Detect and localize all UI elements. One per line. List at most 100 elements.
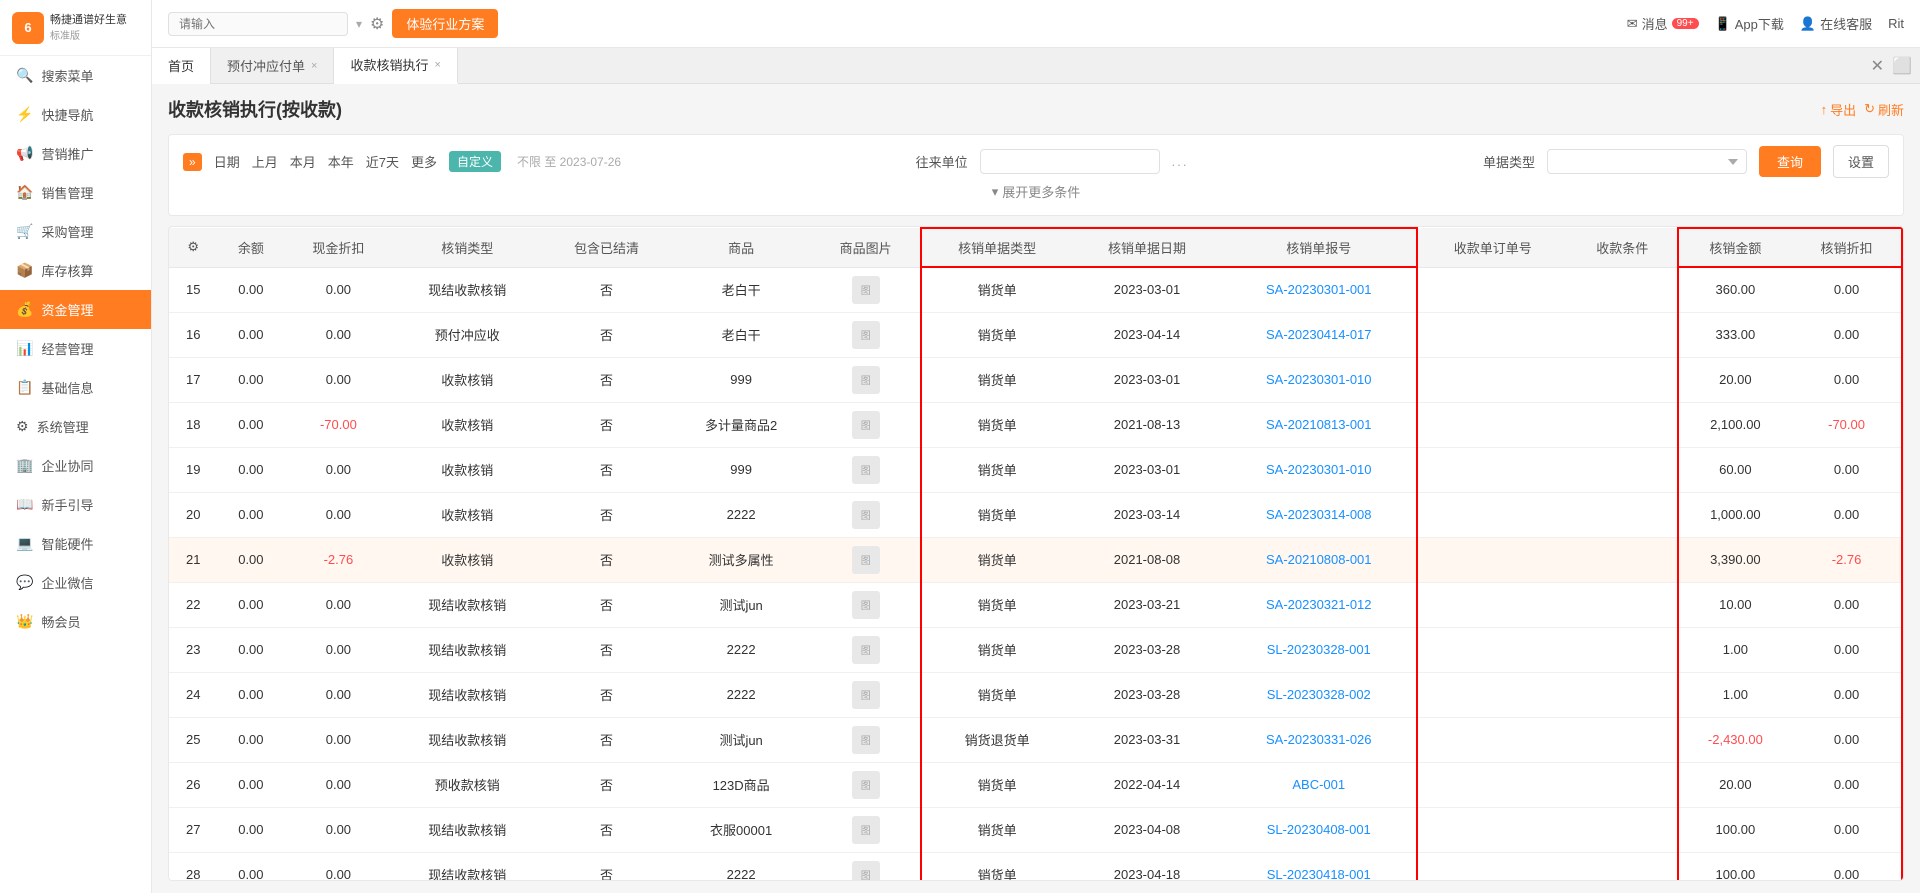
counterpart-input[interactable]: [980, 149, 1160, 174]
col-settings[interactable]: ⚙: [169, 228, 217, 267]
cell-verify-type: 收款核销: [393, 537, 543, 582]
expand-more-button[interactable]: ▾ 展开更多条件: [992, 182, 1081, 201]
col-receipt-order-no: 收款单订单号: [1417, 228, 1568, 267]
solution-button[interactable]: 体验行业方案: [392, 9, 498, 38]
refresh-button[interactable]: ↻ 刷新: [1864, 100, 1904, 119]
cell-verify-bill-no[interactable]: SA-20210813-001: [1222, 402, 1417, 447]
cell-verify-bill-date: 2021-08-13: [1072, 402, 1222, 447]
cell-product-image: 图: [811, 402, 921, 447]
table-row: 26 0.00 0.00 预收款核销 否 123D商品 图 销货单 2022-0…: [169, 762, 1902, 807]
cell-verify-type: 现结收款核销: [393, 852, 543, 881]
sidebar-item-enterprise[interactable]: 🏢 企业协同: [0, 446, 151, 485]
cell-num: 19: [169, 447, 217, 492]
cell-verify-bill-date: 2023-03-28: [1072, 672, 1222, 717]
cell-cash-discount: 0.00: [284, 627, 392, 672]
export-button[interactable]: ↑ 导出: [1821, 100, 1857, 119]
cell-verify-bill-no[interactable]: SA-20230301-010: [1222, 447, 1417, 492]
cell-verify-bill-type: 销货单: [921, 492, 1072, 537]
cell-verify-bill-type: 销货单: [921, 807, 1072, 852]
cell-verify-bill-no[interactable]: SA-20230331-026: [1222, 717, 1417, 762]
table-row: 15 0.00 0.00 现结收款核销 否 老白干 图 销货单 2023-03-…: [169, 267, 1902, 312]
sidebar-item-inventory[interactable]: 📦 库存核算: [0, 251, 151, 290]
cell-verify-amount: 20.00: [1678, 357, 1792, 402]
cell-cash-discount: 0.00: [284, 312, 392, 357]
cell-verify-bill-no[interactable]: SA-20230321-012: [1222, 582, 1417, 627]
settings-button[interactable]: 设置: [1833, 145, 1889, 178]
cell-verify-bill-no[interactable]: SA-20230301-001: [1222, 267, 1417, 312]
col-include-settled: 包含已结清: [542, 228, 671, 267]
sidebar-item-guide[interactable]: 📖 新手引导: [0, 485, 151, 524]
filter-expand-icon[interactable]: »: [183, 153, 202, 171]
last-month-link[interactable]: 上月: [252, 152, 278, 171]
col-verify-bill-date: 核销单据日期: [1072, 228, 1222, 267]
tab-verify-close[interactable]: ×: [434, 59, 440, 71]
gear-icon[interactable]: ⚙: [370, 14, 384, 34]
sidebar-item-sales[interactable]: 🏠 销售管理: [0, 173, 151, 212]
close-window-icon[interactable]: ✕: [1871, 56, 1884, 76]
export-icon: ↑: [1821, 102, 1828, 117]
table-row: 19 0.00 0.00 收款核销 否 999 图 销货单 2023-03-01…: [169, 447, 1902, 492]
query-button[interactable]: 查询: [1759, 146, 1821, 177]
cell-include-settled: 否: [542, 402, 671, 447]
cell-verify-bill-no[interactable]: SL-20230328-002: [1222, 672, 1417, 717]
custom-date-button[interactable]: 自定义: [449, 151, 501, 172]
sidebar-item-member[interactable]: 👑 畅会员: [0, 602, 151, 641]
filter-bar: » 日期 上月 本月 本年 近7天 更多 自定义 不限 至 2023-07-26…: [168, 134, 1904, 216]
sidebar-item-search[interactable]: 🔍 搜索菜单: [0, 56, 151, 95]
cell-verify-bill-no[interactable]: SA-20230301-010: [1222, 357, 1417, 402]
cell-receipt-condition: [1568, 447, 1678, 492]
more-link[interactable]: 更多: [411, 152, 437, 171]
cell-receipt-condition: [1568, 852, 1678, 881]
sidebar-item-system[interactable]: ⚙ 系统管理: [0, 407, 151, 446]
sidebar-item-quicknav[interactable]: ⚡ 快捷导航: [0, 95, 151, 134]
cell-num: 27: [169, 807, 217, 852]
expand-label: 展开更多条件: [1002, 182, 1080, 201]
sidebar-item-operation[interactable]: 📊 经营管理: [0, 329, 151, 368]
cell-verify-bill-date: 2023-03-28: [1072, 627, 1222, 672]
cell-include-settled: 否: [542, 312, 671, 357]
sidebar-item-finance[interactable]: 💰 资金管理: [0, 290, 151, 329]
sidebar-item-marketing[interactable]: 📢 营销推广: [0, 134, 151, 173]
cell-receipt-condition: [1568, 537, 1678, 582]
cell-cash-discount: -2.76: [284, 537, 392, 582]
single-type-select[interactable]: [1547, 149, 1747, 174]
cell-balance: 0.00: [217, 762, 284, 807]
cell-receipt-order-no: [1417, 717, 1568, 762]
cell-cash-discount: 0.00: [284, 852, 392, 881]
cell-product-image: 图: [811, 267, 921, 312]
sidebar-item-purchase[interactable]: 🛒 采购管理: [0, 212, 151, 251]
sidebar-item-basic[interactable]: 📋 基础信息: [0, 368, 151, 407]
tab-verify-label: 收款核销执行: [350, 55, 428, 74]
tab-home[interactable]: 首页: [152, 48, 211, 84]
tab-verify[interactable]: 收款核销执行 ×: [334, 48, 457, 84]
cell-balance: 0.00: [217, 402, 284, 447]
this-year-link[interactable]: 本年: [328, 152, 354, 171]
app-download-group[interactable]: 📱 App下载: [1715, 14, 1784, 33]
cell-verify-bill-no[interactable]: SA-20230414-017: [1222, 312, 1417, 357]
col-verify-bill-type: 核销单据类型: [921, 228, 1072, 267]
this-month-link[interactable]: 本月: [290, 152, 316, 171]
search-input[interactable]: [168, 12, 348, 36]
cell-verify-bill-no[interactable]: SL-20230418-001: [1222, 852, 1417, 881]
cell-verify-bill-no[interactable]: SA-20230314-008: [1222, 492, 1417, 537]
recent-7-link[interactable]: 近7天: [366, 152, 399, 171]
online-service-label: 在线客服: [1820, 14, 1872, 33]
sidebar-label: 企业微信: [41, 573, 93, 592]
cell-balance: 0.00: [217, 537, 284, 582]
message-group[interactable]: ✉ 消息 99+: [1627, 14, 1699, 33]
tab-prepay[interactable]: 预付冲应付单 ×: [211, 48, 334, 84]
cell-verify-bill-no[interactable]: SA-20210808-001: [1222, 537, 1417, 582]
online-service-group[interactable]: 👤 在线客服: [1800, 14, 1872, 33]
finance-icon: 💰: [16, 301, 33, 318]
cell-verify-type: 收款核销: [393, 402, 543, 447]
expand-more-row: ▾ 展开更多条件: [183, 178, 1889, 205]
sidebar-item-wechat[interactable]: 💬 企业微信: [0, 563, 151, 602]
sidebar-label: 系统管理: [37, 417, 89, 436]
sidebar-item-hardware[interactable]: 💻 智能硬件: [0, 524, 151, 563]
cell-verify-bill-no[interactable]: SL-20230408-001: [1222, 807, 1417, 852]
maximize-icon[interactable]: ⬜: [1892, 56, 1912, 76]
app-name: 畅捷通谱好生意: [50, 13, 127, 27]
cell-verify-bill-no[interactable]: ABC-001: [1222, 762, 1417, 807]
tab-prepay-close[interactable]: ×: [311, 60, 317, 72]
cell-verify-bill-no[interactable]: SL-20230328-001: [1222, 627, 1417, 672]
